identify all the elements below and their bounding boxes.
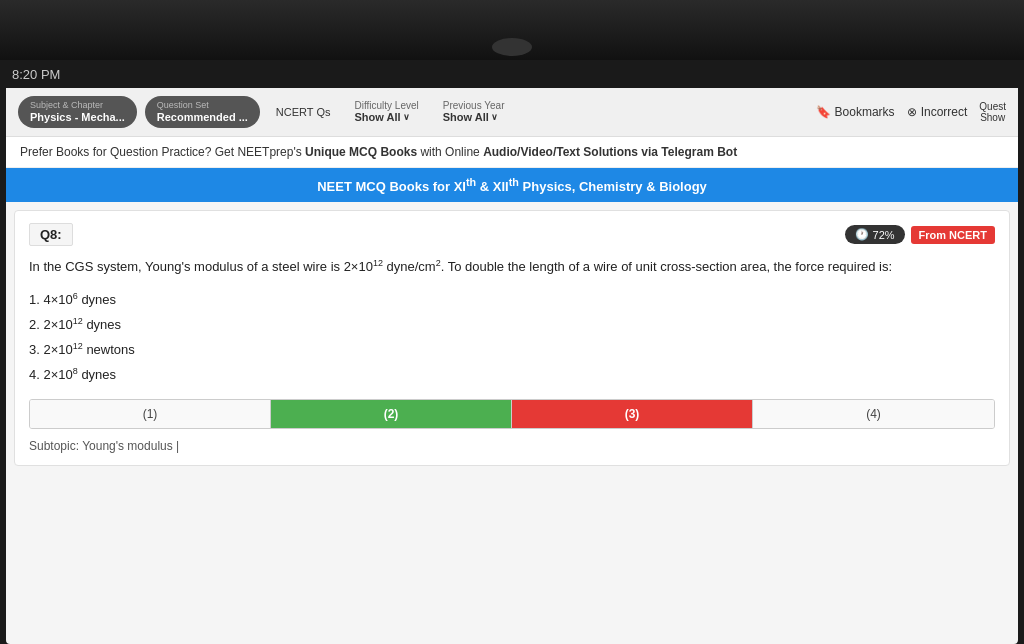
- options-list: 1. 4×106 dynes 2. 2×1012 dynes 3. 2×1012…: [29, 290, 995, 384]
- promo-text: Prefer Books for Question Practice? Get …: [20, 145, 737, 159]
- score-badge: 🕐 72%: [845, 225, 905, 244]
- previous-year-label: Previous Year: [443, 100, 505, 111]
- blue-banner-text: NEET MCQ Books for XIth & XIIth Physics,…: [317, 179, 707, 194]
- answer-cell-2[interactable]: (2): [271, 400, 512, 428]
- option-2[interactable]: 2. 2×1012 dynes: [29, 315, 995, 335]
- incorrect-icon: ⊗: [907, 105, 917, 119]
- previous-year-value: Show All ∨: [443, 111, 498, 123]
- question-set-value: Recommended ...: [157, 111, 248, 123]
- quest-value: Show: [980, 112, 1005, 123]
- main-screen: Subject & Chapter Physics - Mecha... Que…: [6, 88, 1018, 644]
- quest-label: Quest: [979, 101, 1006, 112]
- question-set-label: Question Set: [157, 101, 248, 111]
- option-4[interactable]: 4. 2×108 dynes: [29, 365, 995, 385]
- toolbar: Subject & Chapter Physics - Mecha... Que…: [6, 88, 1018, 137]
- difficulty-label: Difficulty Level: [354, 100, 418, 111]
- bookmark-icon: 🔖: [816, 105, 831, 119]
- answer-cell-1[interactable]: (1): [30, 400, 271, 428]
- subtopic-row: Subtopic: Young's modulus |: [29, 439, 995, 453]
- score-value: 72%: [873, 229, 895, 241]
- question-text: In the CGS system, Young's modulus of a …: [29, 256, 995, 278]
- difficulty-filter[interactable]: Difficulty Level Show All ∨: [346, 98, 426, 125]
- blue-banner[interactable]: NEET MCQ Books for XIth & XIIth Physics,…: [6, 168, 1018, 202]
- camera-bar: [0, 0, 1024, 60]
- subtopic-text: Subtopic: Young's modulus |: [29, 439, 179, 453]
- bookmarks-button[interactable]: 🔖 Bookmarks: [816, 105, 895, 119]
- answer-selector-row: (1) (2) (3) (4): [29, 399, 995, 429]
- ncert-badge: From NCERT: [911, 226, 995, 244]
- option-1[interactable]: 1. 4×106 dynes: [29, 290, 995, 310]
- difficulty-chevron-icon: ∨: [403, 112, 410, 122]
- answer-cell-3[interactable]: (3): [512, 400, 753, 428]
- ncert-qs-filter[interactable]: NCERT Qs: [268, 104, 339, 120]
- bookmarks-label: Bookmarks: [835, 105, 895, 119]
- clock-icon: 🕐: [855, 228, 869, 241]
- question-card: Q8: 🕐 72% From NCERT In the CGS system, …: [14, 210, 1010, 465]
- question-header: Q8: 🕐 72% From NCERT: [29, 223, 995, 246]
- previous-year-filter[interactable]: Previous Year Show All ∨: [435, 98, 513, 125]
- subject-chapter-value: Physics - Mecha...: [30, 111, 125, 123]
- question-badges: 🕐 72% From NCERT: [845, 225, 995, 244]
- subject-chapter-label: Subject & Chapter: [30, 101, 125, 111]
- question-set-pill[interactable]: Question Set Recommended ...: [145, 96, 260, 128]
- status-bar: 8:20 PM: [0, 60, 1024, 88]
- question-number: Q8:: [29, 223, 73, 246]
- incorrect-label: Incorrect: [921, 105, 968, 119]
- quest-button[interactable]: Quest Show: [979, 101, 1006, 123]
- answer-cell-4[interactable]: (4): [753, 400, 994, 428]
- toolbar-right: 🔖 Bookmarks ⊗ Incorrect Quest Show: [816, 101, 1006, 123]
- promo-bar: Prefer Books for Question Practice? Get …: [6, 137, 1018, 168]
- previous-year-chevron-icon: ∨: [491, 112, 498, 122]
- subject-chapter-pill[interactable]: Subject & Chapter Physics - Mecha...: [18, 96, 137, 128]
- ncert-qs-label: NCERT Qs: [276, 106, 331, 118]
- option-3[interactable]: 3. 2×1012 newtons: [29, 340, 995, 360]
- difficulty-value: Show All ∨: [354, 111, 409, 123]
- incorrect-button[interactable]: ⊗ Incorrect: [907, 105, 968, 119]
- time-display: 8:20 PM: [12, 67, 60, 82]
